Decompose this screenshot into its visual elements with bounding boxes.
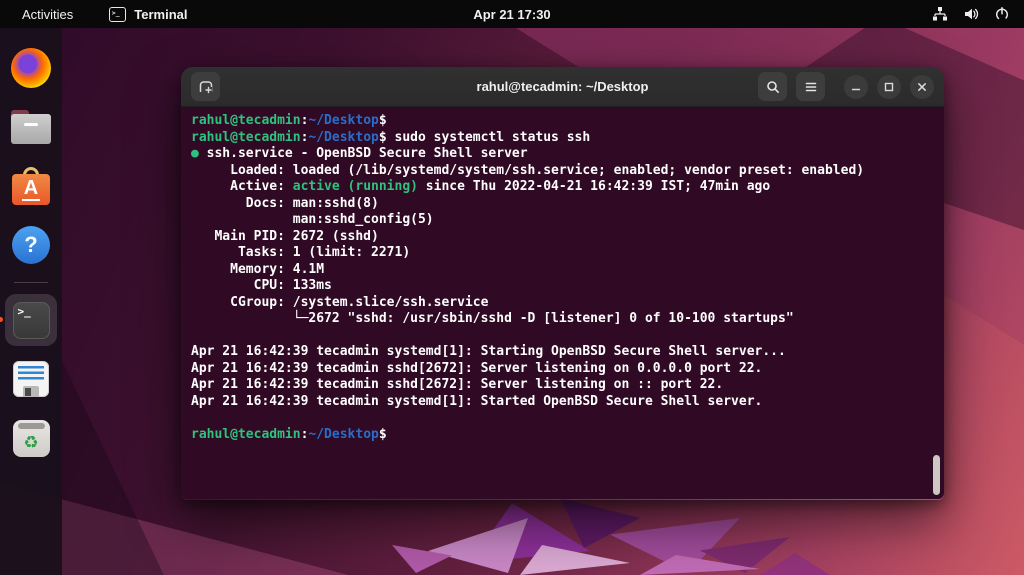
hamburger-menu-icon <box>803 79 819 95</box>
terminal-line: Apr 21 16:42:39 tecadmin sshd[2672]: Ser… <box>191 361 934 378</box>
terminal-line: man:sshd_config(5) <box>191 212 934 229</box>
terminal-line: Main PID: 2672 (sshd) <box>191 229 934 246</box>
terminal-line: rahul@tecadmin:~/Desktop$ <box>191 427 934 444</box>
terminal-icon: >_ <box>13 302 50 339</box>
wallpaper-polygon <box>428 518 528 573</box>
wallpaper-polygon <box>392 538 452 573</box>
floppy-text-editor-icon <box>13 361 49 397</box>
terminal-line: Active: active (running) since Thu 2022-… <box>191 179 934 196</box>
network-wired-icon[interactable] <box>932 6 948 22</box>
close-icon <box>916 81 928 93</box>
dock-item-text-editor[interactable] <box>5 353 57 405</box>
files-folder-icon <box>11 114 51 145</box>
terminal-line: Apr 21 16:42:39 tecadmin systemd[1]: Sta… <box>191 344 934 361</box>
terminal-line: Apr 21 16:42:39 tecadmin systemd[1]: Sta… <box>191 394 934 411</box>
trash-icon: ♻ <box>13 420 50 457</box>
maximize-button[interactable] <box>877 75 901 99</box>
terminal-line: ● ssh.service - OpenBSD Secure Shell ser… <box>191 146 934 163</box>
new-tab-icon <box>197 78 215 96</box>
terminal-line: rahul@tecadmin:~/Desktop$ sudo systemctl… <box>191 130 934 147</box>
dock-item-files[interactable] <box>5 101 57 153</box>
terminal-line: Tasks: 1 (limit: 2271) <box>191 245 934 262</box>
dock-item-ubuntu-software[interactable]: A <box>5 160 57 212</box>
terminal-line: Loaded: loaded (/lib/systemd/system/ssh.… <box>191 163 934 180</box>
terminal-line: └─2672 "sshd: /usr/sbin/sshd -D [listene… <box>191 311 934 328</box>
terminal-line: Apr 21 16:42:39 tecadmin sshd[2672]: Ser… <box>191 377 934 394</box>
terminal-lines: rahul@tecadmin:~/Desktop$rahul@tecadmin:… <box>191 113 934 443</box>
dock-item-trash[interactable]: ♻ <box>5 412 57 464</box>
terminal-titlebar[interactable]: rahul@tecadmin: ~/Desktop <box>181 67 944 107</box>
minimize-button[interactable] <box>844 75 868 99</box>
dock: A ? >_ ♻ <box>0 28 62 575</box>
wallpaper-polygon <box>760 553 830 575</box>
firefox-icon <box>11 48 51 88</box>
terminal-line: CPU: 133ms <box>191 278 934 295</box>
dock-item-firefox[interactable] <box>5 42 57 94</box>
terminal-line: CGroup: /system.slice/ssh.service <box>191 295 934 312</box>
terminal-window: rahul@tecadmin: ~/Desktop <box>181 67 944 500</box>
new-tab-button[interactable] <box>191 72 220 101</box>
terminal-line: Docs: man:sshd(8) <box>191 196 934 213</box>
ubuntu-software-icon: A <box>11 166 51 206</box>
dock-item-help[interactable]: ? <box>5 219 57 271</box>
dock-item-terminal[interactable]: >_ <box>5 294 57 346</box>
terminal-line <box>191 410 934 427</box>
close-button[interactable] <box>910 75 934 99</box>
terminal-line: rahul@tecadmin:~/Desktop$ <box>191 113 934 130</box>
scrollbar-thumb[interactable] <box>933 455 940 495</box>
volume-icon[interactable] <box>963 6 979 22</box>
terminal-output[interactable]: rahul@tecadmin:~/Desktop$rahul@tecadmin:… <box>181 107 944 499</box>
terminal-line: Memory: 4.1M <box>191 262 934 279</box>
menu-button[interactable] <box>796 72 825 101</box>
dock-separator <box>14 282 48 283</box>
system-tray <box>932 6 1024 22</box>
minimize-icon <box>850 81 862 93</box>
search-button[interactable] <box>758 72 787 101</box>
clock-button[interactable]: Apr 21 17:30 <box>0 7 1024 22</box>
help-icon: ? <box>12 226 50 264</box>
terminal-line <box>191 328 934 345</box>
search-icon <box>765 79 781 95</box>
top-bar: Activities >_ Terminal Apr 21 17:30 <box>0 0 1024 28</box>
power-icon[interactable] <box>994 6 1010 22</box>
maximize-icon <box>883 81 895 93</box>
